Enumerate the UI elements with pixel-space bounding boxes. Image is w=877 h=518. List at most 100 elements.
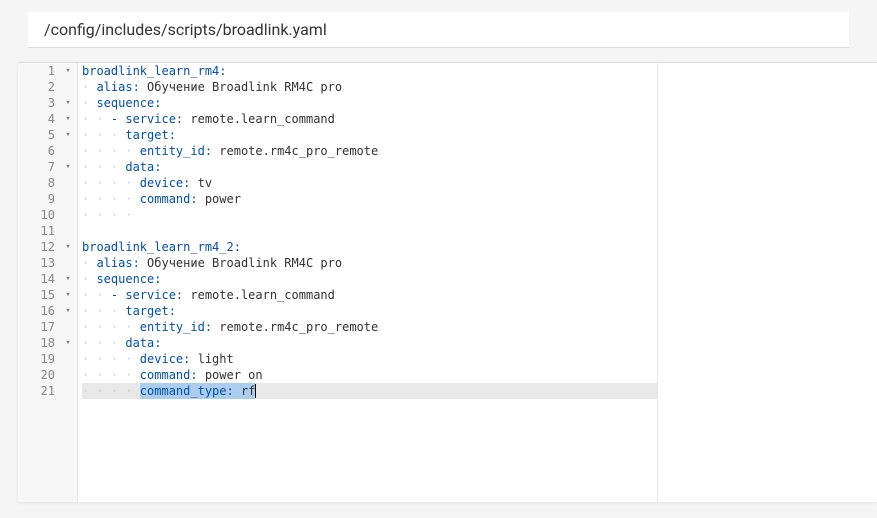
gutter-line: 4▾	[18, 111, 77, 127]
breadcrumb: /config/includes/scripts/broadlink.yaml	[28, 12, 849, 48]
line-number: 8	[48, 176, 63, 190]
code-line[interactable]: · · · · device: light	[82, 351, 657, 367]
line-number: 11	[41, 224, 63, 238]
line-number: 6	[48, 144, 63, 158]
code-line[interactable]: · · - service: remote.learn_command	[82, 287, 657, 303]
fold-marker[interactable]: ▾	[63, 242, 73, 252]
indent-whitespace: · · · ·	[82, 143, 140, 159]
line-number: 4	[48, 112, 63, 126]
gutter-line: 9	[18, 191, 77, 207]
code-token-val: remote.learn_command	[183, 111, 335, 127]
indent-whitespace: · · · ·	[82, 383, 140, 399]
code-line[interactable]: · sequence:	[82, 271, 657, 287]
code-token-val: remote.rm4c_pro_remote	[212, 143, 378, 159]
code-token-key: command:	[140, 367, 198, 383]
fold-marker[interactable]: ▾	[63, 114, 73, 124]
code-line[interactable]: · · · · device: tv	[82, 175, 657, 191]
code-token-val: power on	[198, 367, 263, 383]
gutter-line: 17	[18, 319, 77, 335]
line-number: 1	[48, 64, 63, 78]
code-token-key: alias:	[96, 79, 139, 95]
code-token-dash: -	[111, 111, 125, 127]
gutter-line: 16▾	[18, 303, 77, 319]
indent-whitespace: ·	[82, 255, 96, 271]
code-line[interactable]	[82, 223, 657, 239]
indent-whitespace: · · · ·	[82, 175, 140, 191]
code-token-key: entity_id:	[140, 319, 212, 335]
gutter-line: 14▾	[18, 271, 77, 287]
editor-code-area[interactable]: broadlink_learn_rm4:· alias: Обучение Br…	[78, 63, 877, 502]
code-line[interactable]: · · - service: remote.learn_command	[82, 111, 657, 127]
line-number: 15	[41, 288, 63, 302]
code-token-val: tv	[190, 175, 212, 191]
indent-whitespace: · ·	[82, 287, 111, 303]
code-token-key: service:	[125, 287, 183, 303]
indent-whitespace: · · · ·	[82, 367, 140, 383]
code-line[interactable]: · · · target:	[82, 127, 657, 143]
code-token-key: device:	[140, 175, 191, 191]
code-line[interactable]: broadlink_learn_rm4_2:	[82, 239, 657, 255]
code-line[interactable]: · · · target:	[82, 303, 657, 319]
code-line[interactable]: · sequence:	[82, 95, 657, 111]
gutter-line: 15▾	[18, 287, 77, 303]
fold-marker[interactable]: ▾	[63, 98, 73, 108]
code-token-key: sequence:	[96, 271, 161, 287]
gutter-line: 10	[18, 207, 77, 223]
indent-whitespace: ·	[82, 95, 96, 111]
gutter-line: 2	[18, 79, 77, 95]
line-number: 10	[41, 208, 63, 222]
code-editor[interactable]: 1▾23▾4▾5▾67▾89101112▾1314▾15▾16▾1718▾192…	[18, 62, 877, 502]
code-token-key: device:	[140, 351, 191, 367]
code-line[interactable]: · alias: Обучение Broadlink RM4C pro	[82, 255, 657, 271]
fold-marker[interactable]: ▾	[63, 130, 73, 140]
code-token-key: service:	[125, 111, 183, 127]
gutter-line: 5▾	[18, 127, 77, 143]
gutter-line: 1▾	[18, 63, 77, 79]
gutter-line: 11	[18, 223, 77, 239]
gutter-line: 8	[18, 175, 77, 191]
code-line[interactable]: · · · data:	[82, 335, 657, 351]
indent-whitespace: · · ·	[82, 335, 125, 351]
gutter-line: 6	[18, 143, 77, 159]
indent-whitespace: · ·	[82, 111, 111, 127]
fold-marker[interactable]: ▾	[63, 274, 73, 284]
gutter-line: 3▾	[18, 95, 77, 111]
editor-gutter: 1▾23▾4▾5▾67▾89101112▾1314▾15▾16▾1718▾192…	[18, 63, 78, 502]
code-token-key: broadlink_learn_rm4_2:	[82, 239, 241, 255]
code-line[interactable]: · · · · entity_id: remote.rm4c_pro_remot…	[82, 319, 657, 335]
line-number: 21	[41, 384, 63, 398]
code-token-val: light	[190, 351, 233, 367]
code-line[interactable]: · · · · command: power on	[82, 367, 657, 383]
indent-whitespace: ·	[82, 271, 96, 287]
fold-marker[interactable]: ▾	[63, 66, 73, 76]
code-token-val: rf	[234, 383, 256, 399]
code-line[interactable]: · · · · entity_id: remote.rm4c_pro_remot…	[82, 143, 657, 159]
code-line[interactable]: · · · data:	[82, 159, 657, 175]
indent-whitespace: · · · ·	[82, 351, 140, 367]
code-line[interactable]: · · · ·	[82, 207, 657, 223]
gutter-line: 19	[18, 351, 77, 367]
code-line[interactable]: · · · · command: power	[82, 191, 657, 207]
code-line[interactable]: broadlink_learn_rm4:	[82, 63, 657, 79]
gutter-line: 12▾	[18, 239, 77, 255]
line-number: 19	[41, 352, 63, 366]
fold-marker[interactable]: ▾	[63, 338, 73, 348]
indent-whitespace: · · · ·	[82, 207, 140, 223]
line-number: 5	[48, 128, 63, 142]
code-token-val: remote.rm4c_pro_remote	[212, 319, 378, 335]
gutter-line: 7▾	[18, 159, 77, 175]
code-token-key: alias:	[96, 255, 139, 271]
code-line[interactable]: · alias: Обучение Broadlink RM4C pro	[82, 79, 657, 95]
code-token-key: command_type:	[140, 383, 234, 399]
fold-marker[interactable]: ▾	[63, 290, 73, 300]
line-number: 2	[48, 80, 63, 94]
code-token-key: command:	[140, 191, 198, 207]
fold-marker[interactable]: ▾	[63, 306, 73, 316]
code-token-key: target:	[125, 303, 176, 319]
indent-whitespace: ·	[82, 79, 96, 95]
line-number: 16	[41, 304, 63, 318]
code-token-val: remote.learn_command	[183, 287, 335, 303]
fold-marker[interactable]: ▾	[63, 162, 73, 172]
code-line[interactable]: · · · · command_type: rf	[82, 383, 657, 399]
text-cursor	[255, 384, 256, 398]
